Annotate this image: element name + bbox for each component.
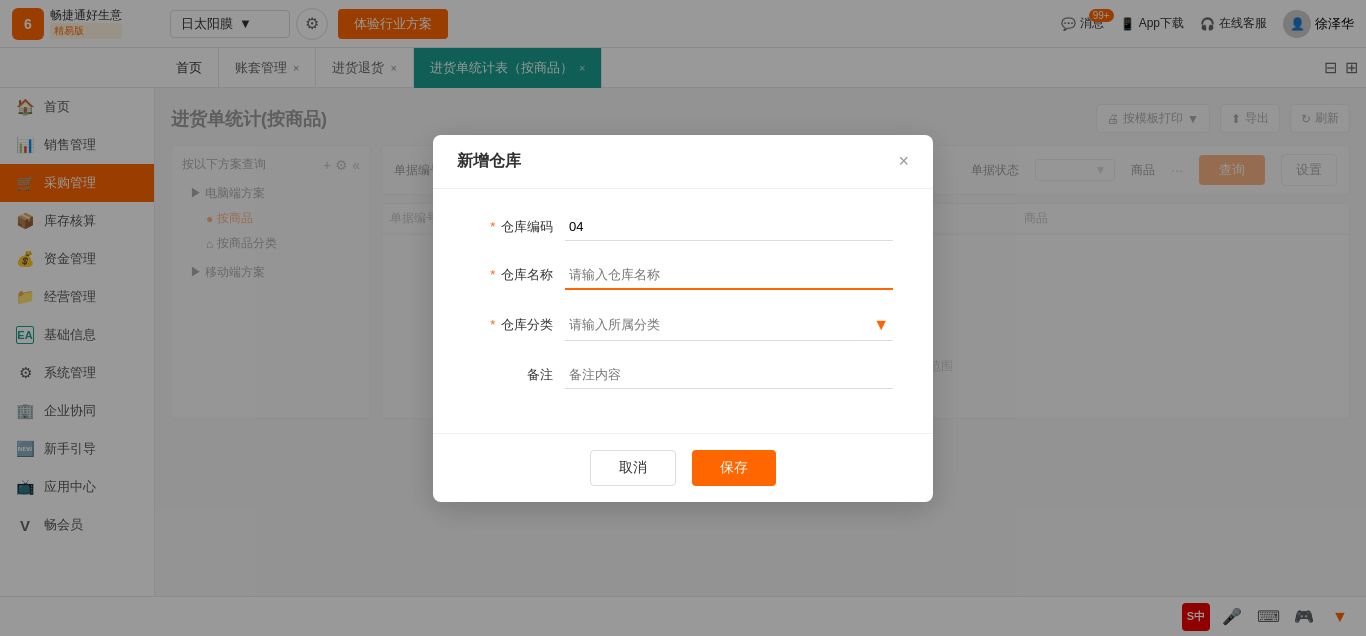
- dialog-close-button[interactable]: ×: [898, 151, 909, 172]
- dialog-footer: 取消 保存: [433, 433, 933, 502]
- chevron-down-icon: ▼: [873, 316, 889, 334]
- note-label: 备注: [473, 366, 553, 384]
- new-warehouse-dialog: 新增仓库 × * 仓库编码 * 仓库名称: [433, 135, 933, 502]
- modal-overlay: 新增仓库 × * 仓库编码 * 仓库名称: [0, 0, 1366, 636]
- category-label: * 仓库分类: [473, 316, 553, 334]
- category-select[interactable]: ▼: [565, 310, 893, 341]
- form-row-note: 备注: [473, 361, 893, 389]
- code-label: * 仓库编码: [473, 218, 553, 236]
- form-row-code: * 仓库编码: [473, 213, 893, 241]
- form-row-name: * 仓库名称: [473, 261, 893, 290]
- form-row-category: * 仓库分类 ▼: [473, 310, 893, 341]
- name-label: * 仓库名称: [473, 266, 553, 284]
- dialog-title: 新增仓库: [457, 151, 521, 172]
- note-input[interactable]: [565, 361, 893, 389]
- category-select-input[interactable]: [569, 317, 873, 332]
- warehouse-name-input[interactable]: [565, 261, 893, 290]
- dialog-header: 新增仓库 ×: [433, 135, 933, 189]
- dialog-body: * 仓库编码 * 仓库名称 * 仓库分类: [433, 189, 933, 433]
- cancel-button[interactable]: 取消: [590, 450, 676, 486]
- save-button[interactable]: 保存: [692, 450, 776, 486]
- warehouse-code-input[interactable]: [565, 213, 893, 241]
